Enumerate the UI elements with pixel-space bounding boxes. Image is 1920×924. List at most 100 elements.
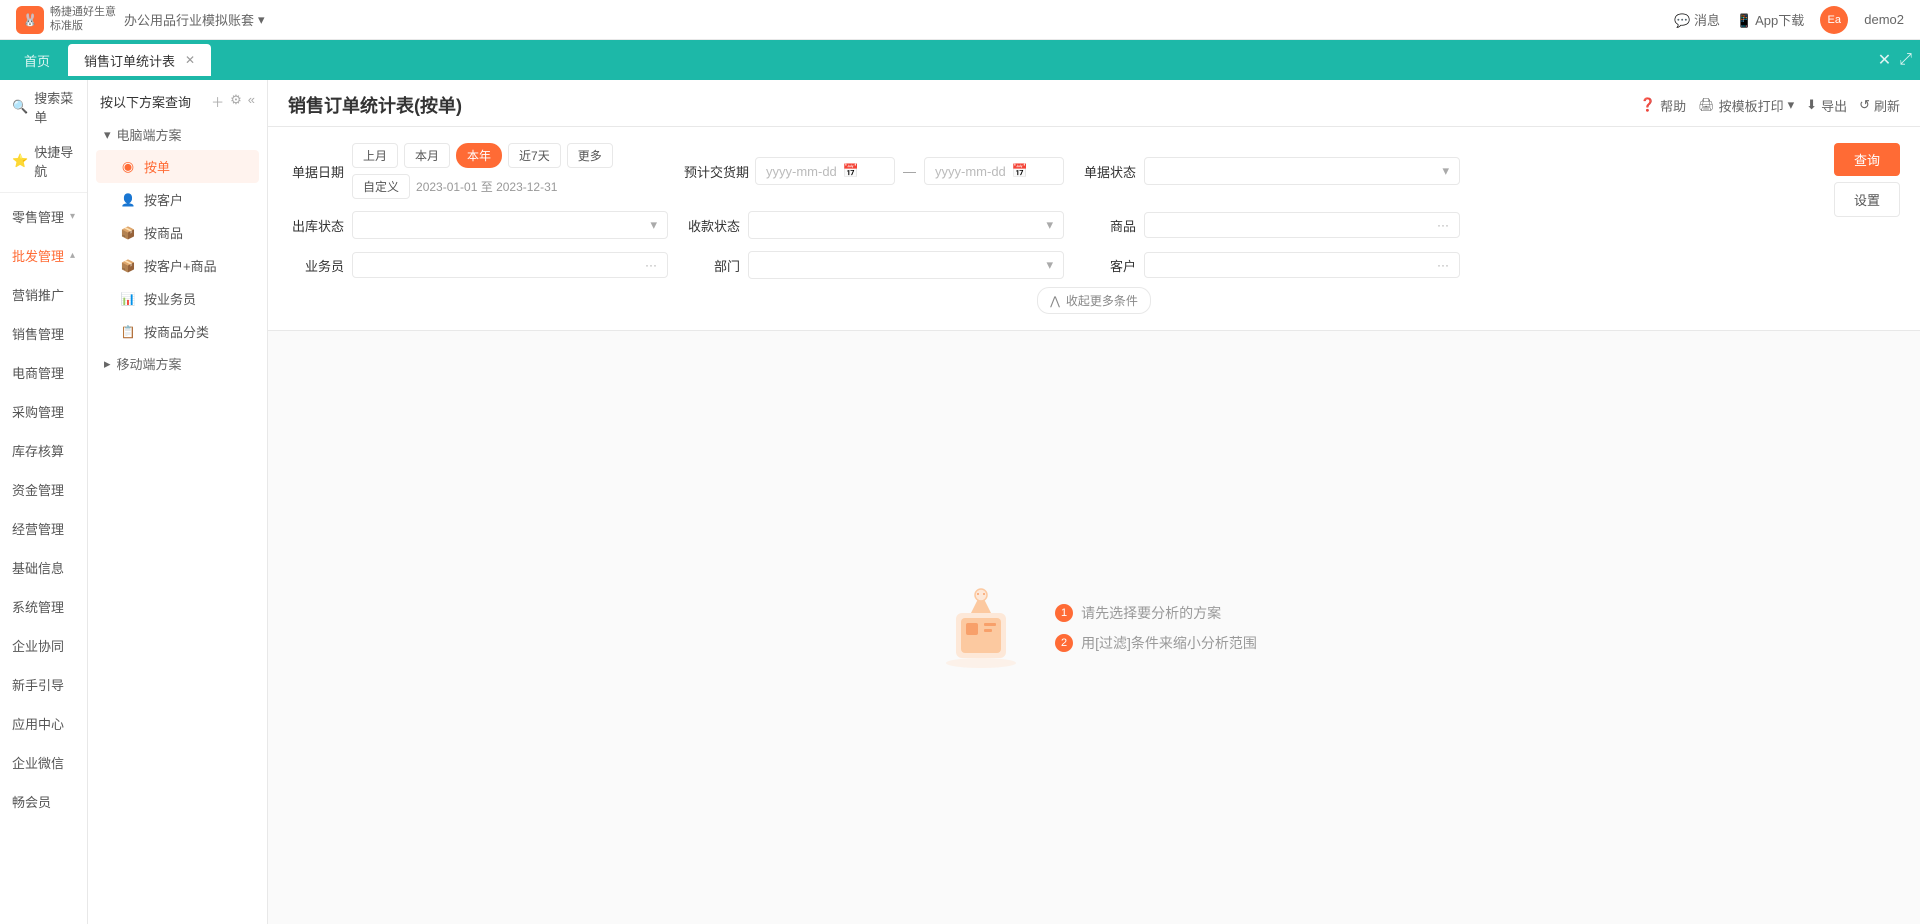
filter-expected-date-field: 预计交货期 yyyy-mm-dd 📅 — yyyy-mm-dd 📅	[684, 157, 1064, 185]
search-icon: 🔍	[12, 99, 28, 115]
expected-date-end-input[interactable]: yyyy-mm-dd 📅	[924, 157, 1064, 185]
expected-date-start-input[interactable]: yyyy-mm-dd 📅	[755, 157, 895, 185]
sidebar-item-member[interactable]: 畅会员	[0, 782, 87, 821]
print-btn[interactable]: 🖨 按模板打印 ▾	[1698, 96, 1794, 115]
salesperson-label: 业务员	[288, 256, 344, 275]
this-year-btn[interactable]: 本年	[456, 143, 502, 168]
sidebar-item-marketing[interactable]: 营销推广	[0, 275, 87, 314]
collapse-panel-icon[interactable]: «	[248, 92, 255, 111]
sidebar-item-purchase[interactable]: 采购管理	[0, 392, 87, 431]
more-date-btn[interactable]: 更多	[567, 143, 613, 168]
tab-home[interactable]: 首页	[8, 44, 66, 76]
collapse-row: ⋀ 收起更多条件	[288, 287, 1900, 314]
sidebar-item-ecommerce[interactable]: 电商管理	[0, 353, 87, 392]
scheme-by-product[interactable]: 📦 按商品	[96, 216, 259, 249]
filter-payment-status-field: 收款状态 ▾	[684, 211, 1064, 239]
sidebar-item-system[interactable]: 系统管理	[0, 587, 87, 626]
filter-row-1: 单据日期 上月 本月 本年 近7天 更多 自定义 2023-01-01 至 20…	[288, 143, 1822, 199]
export-btn[interactable]: ⬇ 导出	[1806, 96, 1847, 115]
app-download-btn[interactable]: 📱 App下载	[1736, 10, 1804, 29]
query-button[interactable]: 查询	[1834, 143, 1900, 176]
sidebar-search-menu[interactable]: 🔍 搜索菜单	[0, 80, 87, 134]
empty-svg	[936, 583, 1026, 673]
ship-status-select[interactable]: ▾	[352, 211, 668, 239]
sidebar-item-enterprise[interactable]: 企业协同	[0, 626, 87, 665]
top-bar: 🐰 畅捷通好生意 标准版 办公用品行业模拟账套 ▾ 💬 消息 📱 App下载 E…	[0, 0, 1920, 40]
sidebar-item-basic[interactable]: 基础信息	[0, 548, 87, 587]
chevron-down-icon: ▾	[1442, 163, 1449, 179]
tip-num-1: 1	[1055, 604, 1073, 622]
filter-customer-field: 客户 ···	[1080, 252, 1460, 278]
industry-selector[interactable]: 办公用品行业模拟账套 ▾	[124, 10, 265, 29]
arrow-down-icon: ▾	[104, 127, 111, 143]
tab-sales-order-stats[interactable]: 销售订单统计表 ✕	[68, 44, 211, 76]
last-month-btn[interactable]: 上月	[352, 143, 398, 168]
chevron-down-icon-dept: ▾	[1046, 257, 1053, 273]
logo-icon: 🐰	[16, 6, 44, 34]
sidebar-divider	[0, 192, 87, 193]
sidebar-item-finance[interactable]: 资金管理	[0, 470, 87, 509]
goods-select[interactable]: ···	[1144, 212, 1460, 238]
filter-order-status-field: 单据状态 ▾	[1080, 157, 1460, 185]
sidebar-item-wechat[interactable]: 企业微信	[0, 743, 87, 782]
empty-state-content: 1 请先选择要分析的方案 2 用[过滤]条件来缩小分析范围	[931, 578, 1257, 678]
category-icon: 📋	[120, 324, 136, 340]
avatar[interactable]: Ea	[1820, 6, 1848, 34]
order-icon: ◉	[120, 159, 136, 175]
order-status-select[interactable]: ▾	[1144, 157, 1460, 185]
settings-button[interactable]: 设置	[1834, 182, 1900, 217]
department-label: 部门	[684, 256, 740, 275]
customer-more-icon[interactable]: ···	[1437, 258, 1449, 272]
empty-tip-1: 1 请先选择要分析的方案	[1055, 603, 1257, 623]
add-scheme-icon[interactable]: ＋	[211, 92, 224, 111]
this-month-btn[interactable]: 本月	[404, 143, 450, 168]
customer-select[interactable]: ···	[1144, 252, 1460, 278]
help-btn[interactable]: ❓ 帮助	[1640, 96, 1686, 115]
main-layout: 🔍 搜索菜单 ⭐ 快捷导航 零售管理 ▾ 批发管理 ▴ 营销推广 销售管理 电商…	[0, 80, 1920, 924]
filter-row-3: 业务员 ··· 部门 ▾	[288, 251, 1822, 279]
salesperson-select[interactable]: ···	[352, 252, 668, 278]
goods-more-icon[interactable]: ···	[1437, 218, 1449, 232]
salesperson-icon: 📊	[120, 291, 136, 307]
scheme-by-order[interactable]: ◉ 按单	[96, 150, 259, 183]
sidebar-item-sales[interactable]: 销售管理	[0, 314, 87, 353]
custom-date-btn[interactable]: 自定义	[352, 174, 410, 199]
sidebar-quick-nav[interactable]: ⭐ 快捷导航	[0, 134, 87, 188]
product-icon: 📦	[120, 225, 136, 241]
scheme-by-category[interactable]: 📋 按商品分类	[96, 315, 259, 348]
empty-illustration	[931, 578, 1031, 678]
chevron-up-icon: ▴	[70, 250, 75, 261]
scheme-group-mobile: ▸ 移动端方案	[88, 348, 267, 379]
sidebar-item-apps[interactable]: 应用中心	[0, 704, 87, 743]
refresh-btn[interactable]: ↺ 刷新	[1859, 96, 1900, 115]
scheme-group-mobile-title[interactable]: ▸ 移动端方案	[96, 348, 259, 379]
sidebar-item-inventory[interactable]: 库存核算	[0, 431, 87, 470]
salesperson-more-icon[interactable]: ···	[645, 258, 657, 272]
sidebar-item-newbie[interactable]: 新手引导	[0, 665, 87, 704]
payment-status-select[interactable]: ▾	[748, 211, 1064, 239]
sidebar: 🔍 搜索菜单 ⭐ 快捷导航 零售管理 ▾ 批发管理 ▴ 营销推广 销售管理 电商…	[0, 80, 88, 924]
scheme-by-salesperson[interactable]: 📊 按业务员	[96, 282, 259, 315]
tip-num-2: 2	[1055, 634, 1073, 652]
collapse-btn[interactable]: ⋀ 收起更多条件	[1037, 287, 1151, 314]
page-actions: ❓ 帮助 🖨 按模板打印 ▾ ⬇ 导出 ↺ 刷新	[1640, 96, 1900, 115]
date-quick-buttons: 上月 本月 本年 近7天 更多 自定义 2023-01-01 至 2023-12…	[352, 143, 668, 199]
scheme-group-pc-title[interactable]: ▾ 电脑端方案	[96, 119, 259, 150]
tab-close-icon[interactable]: ✕	[185, 53, 195, 67]
calendar-icon-2: 📅	[1012, 163, 1028, 179]
sidebar-item-retail[interactable]: 零售管理 ▾	[0, 197, 87, 236]
filter-row-2: 出库状态 ▾ 收款状态 ▾	[288, 211, 1822, 239]
sidebar-item-wholesale[interactable]: 批发管理 ▴	[0, 236, 87, 275]
scheme-by-customer-product[interactable]: 📦 按客户+商品	[96, 249, 259, 282]
tab-close-all-icon[interactable]: ✕	[1878, 50, 1891, 70]
export-icon: ⬇	[1806, 97, 1817, 113]
order-status-label: 单据状态	[1080, 162, 1136, 181]
last-7-days-btn[interactable]: 近7天	[508, 143, 561, 168]
tab-expand-icon[interactable]: ⤢	[1899, 51, 1912, 69]
scheme-by-customer[interactable]: 👤 按客户	[96, 183, 259, 216]
settings-scheme-icon[interactable]: ⚙	[230, 92, 242, 111]
department-select[interactable]: ▾	[748, 251, 1064, 279]
top-bar-left: 🐰 畅捷通好生意 标准版 办公用品行业模拟账套 ▾	[16, 6, 265, 34]
sidebar-item-operations[interactable]: 经营管理	[0, 509, 87, 548]
message-btn[interactable]: 💬 消息	[1674, 10, 1720, 29]
